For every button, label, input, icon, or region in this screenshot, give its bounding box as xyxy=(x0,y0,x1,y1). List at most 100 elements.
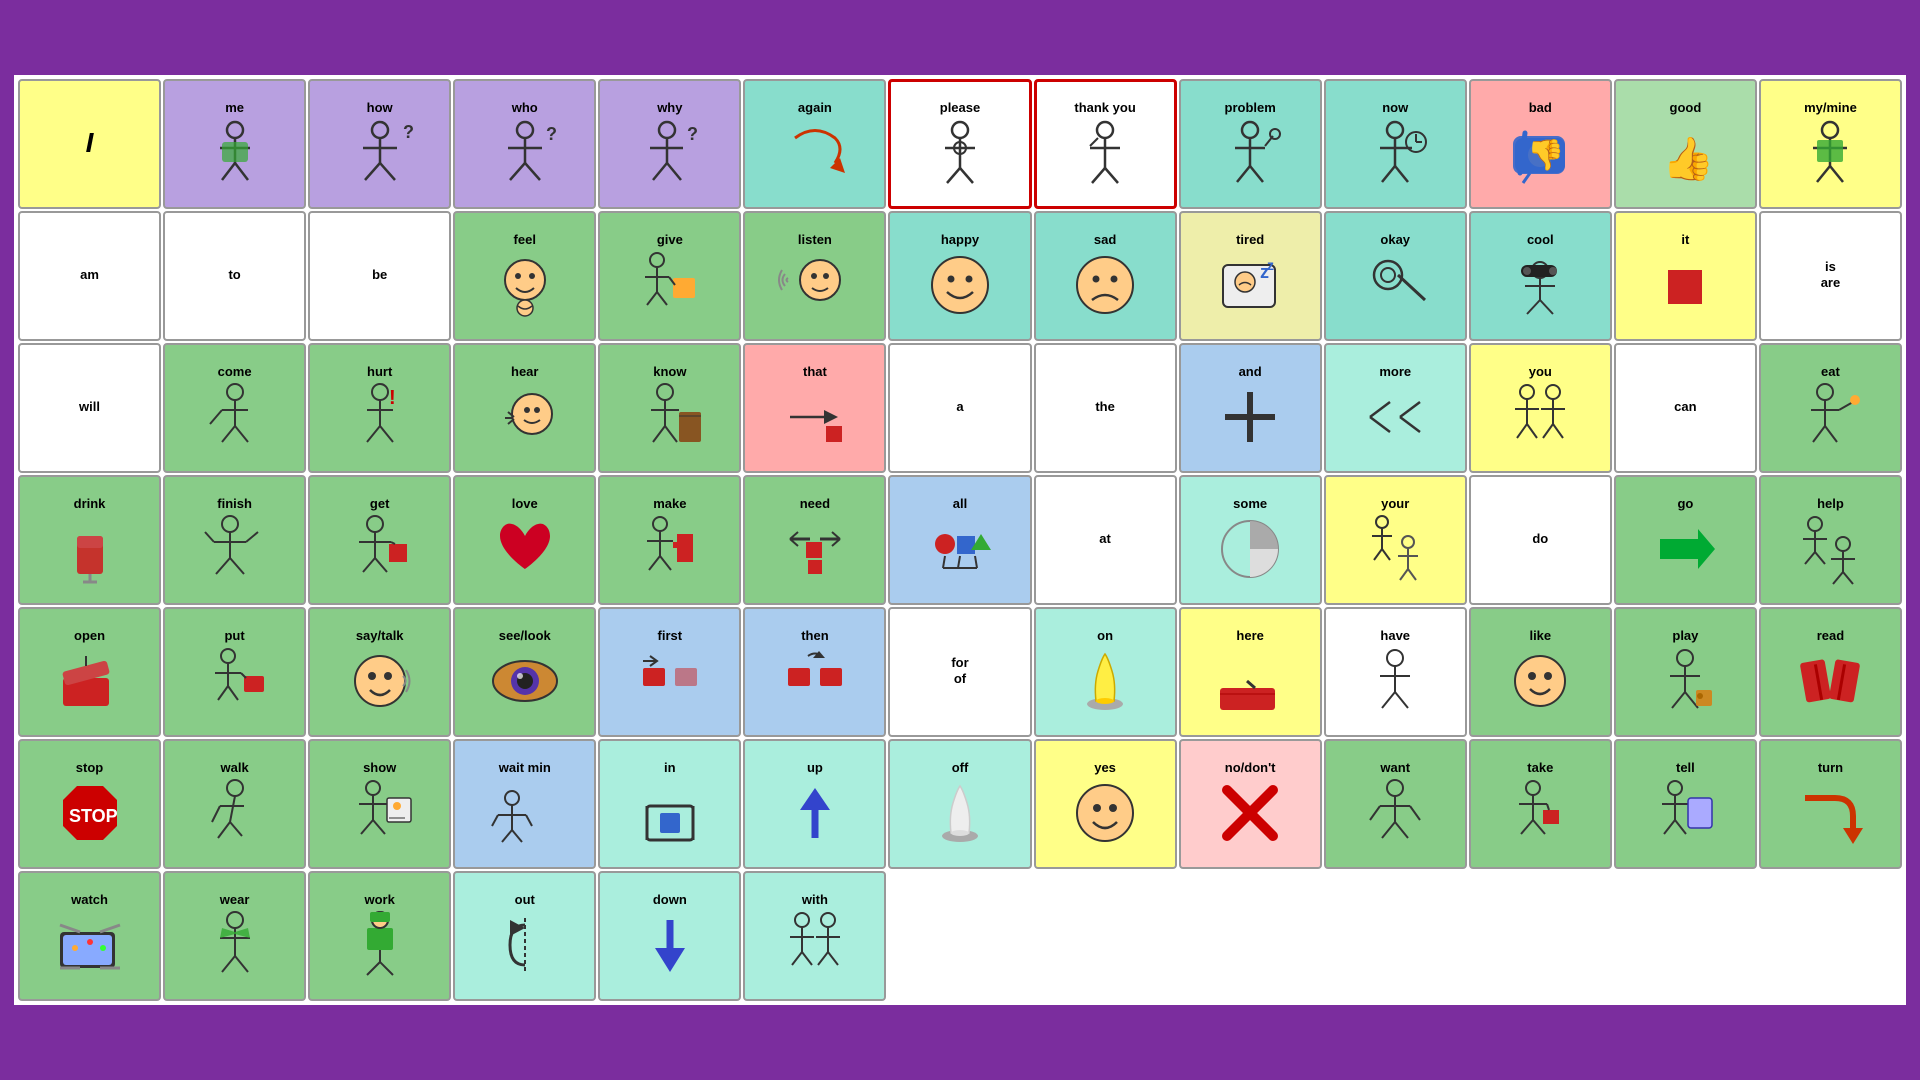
cell-can[interactable]: can xyxy=(1614,343,1757,473)
cell-now[interactable]: now xyxy=(1324,79,1467,209)
cell-read-label: read xyxy=(1817,628,1844,644)
cell-and[interactable]: and xyxy=(1179,343,1322,473)
cell-go[interactable]: go xyxy=(1614,475,1757,605)
cell-a[interactable]: a xyxy=(888,343,1031,473)
cell-isare-label: isare xyxy=(1821,259,1841,290)
cell-eat[interactable]: eat xyxy=(1759,343,1902,473)
cell-love[interactable]: love xyxy=(453,475,596,605)
hurt-icon: ! xyxy=(345,382,415,452)
cell-will[interactable]: will xyxy=(18,343,161,473)
cell-finish[interactable]: finish xyxy=(163,475,306,605)
cell-why[interactable]: why ? xyxy=(598,79,741,209)
show-icon xyxy=(345,778,415,848)
cell-some[interactable]: some xyxy=(1179,475,1322,605)
cell-do[interactable]: do xyxy=(1469,475,1612,605)
cell-here[interactable]: here xyxy=(1179,607,1322,737)
cell-thankyou[interactable]: thank you xyxy=(1034,79,1177,209)
cell-play[interactable]: play xyxy=(1614,607,1757,737)
cell-know[interactable]: know xyxy=(598,343,741,473)
cell-who[interactable]: who ? xyxy=(453,79,596,209)
cell-listen[interactable]: listen xyxy=(743,211,886,341)
cell-stop[interactable]: stop STOP xyxy=(18,739,161,869)
cell-okay[interactable]: okay xyxy=(1324,211,1467,341)
cell-open[interactable]: open xyxy=(18,607,161,737)
cell-with-label: with xyxy=(802,892,828,908)
cell-put[interactable]: put xyxy=(163,607,306,737)
cell-in[interactable]: in xyxy=(598,739,741,869)
cell-how[interactable]: how ? xyxy=(308,79,451,209)
cell-turn[interactable]: turn xyxy=(1759,739,1902,869)
cell-seelook[interactable]: see/look xyxy=(453,607,596,737)
cell-nodont[interactable]: no/don't xyxy=(1179,739,1322,869)
cell-at[interactable]: at xyxy=(1034,475,1177,605)
cell-I[interactable]: I xyxy=(18,79,161,209)
cell-out[interactable]: out xyxy=(453,871,596,1001)
cell-have[interactable]: have xyxy=(1324,607,1467,737)
cell-happy[interactable]: happy xyxy=(888,211,1031,341)
cell-you[interactable]: you xyxy=(1469,343,1612,473)
you-icon xyxy=(1505,382,1575,452)
cell-work[interactable]: work xyxy=(308,871,451,1001)
cell-drink[interactable]: drink xyxy=(18,475,161,605)
turn-icon xyxy=(1795,778,1865,848)
cell-problem[interactable]: problem xyxy=(1179,79,1322,209)
cell-wear[interactable]: wear xyxy=(163,871,306,1001)
cell-bad[interactable]: bad 👎 xyxy=(1469,79,1612,209)
cell-get[interactable]: get xyxy=(308,475,451,605)
cell-the[interactable]: the xyxy=(1034,343,1177,473)
cell-cool[interactable]: cool xyxy=(1469,211,1612,341)
cell-okay-label: okay xyxy=(1380,232,1410,248)
and-icon xyxy=(1215,382,1285,452)
cell-show[interactable]: show xyxy=(308,739,451,869)
cell-watch[interactable]: watch xyxy=(18,871,161,1001)
cell-saytalk[interactable]: say/talk xyxy=(308,607,451,737)
okay-icon xyxy=(1360,250,1430,320)
cell-walk[interactable]: walk xyxy=(163,739,306,869)
cell-it[interactable]: it xyxy=(1614,211,1757,341)
cell-now-label: now xyxy=(1382,100,1408,116)
need-icon xyxy=(780,514,850,584)
cell-with[interactable]: with xyxy=(743,871,886,1001)
cell-be[interactable]: be xyxy=(308,211,451,341)
cell-please[interactable]: please xyxy=(888,79,1031,209)
cell-hear[interactable]: hear xyxy=(453,343,596,473)
cell-sad[interactable]: sad xyxy=(1034,211,1177,341)
cell-again[interactable]: again xyxy=(743,79,886,209)
cell-all[interactable]: all xyxy=(888,475,1031,605)
cell-to[interactable]: to xyxy=(163,211,306,341)
cell-then[interactable]: then xyxy=(743,607,886,737)
cell-isare[interactable]: isare xyxy=(1759,211,1902,341)
cell-hurt[interactable]: hurt ! xyxy=(308,343,451,473)
cell-want[interactable]: want xyxy=(1324,739,1467,869)
cell-read[interactable]: read xyxy=(1759,607,1902,737)
cell-yes[interactable]: yes xyxy=(1034,739,1177,869)
cell-your[interactable]: your xyxy=(1324,475,1467,605)
cell-make[interactable]: make xyxy=(598,475,741,605)
eat-icon xyxy=(1795,382,1865,452)
cell-come[interactable]: come xyxy=(163,343,306,473)
cell-off[interactable]: off xyxy=(888,739,1031,869)
cell-am[interactable]: am xyxy=(18,211,161,341)
cell-need[interactable]: need xyxy=(743,475,886,605)
cell-down[interactable]: down xyxy=(598,871,741,1001)
cell-good[interactable]: good 👍 xyxy=(1614,79,1757,209)
cell-tired[interactable]: tired z z xyxy=(1179,211,1322,341)
cell-forof[interactable]: forof xyxy=(888,607,1031,737)
cell-first[interactable]: first xyxy=(598,607,741,737)
cell-on[interactable]: on xyxy=(1034,607,1177,737)
cell-like[interactable]: like xyxy=(1469,607,1612,737)
cell-mymine[interactable]: my/mine xyxy=(1759,79,1902,209)
cell-take[interactable]: take xyxy=(1469,739,1612,869)
cell-up[interactable]: up xyxy=(743,739,886,869)
cell-give[interactable]: give xyxy=(598,211,741,341)
cell-thankyou-label: thank you xyxy=(1074,100,1135,116)
cell-tell[interactable]: tell xyxy=(1614,739,1757,869)
get-icon xyxy=(345,514,415,584)
go-icon xyxy=(1650,514,1720,584)
cell-me[interactable]: me xyxy=(163,79,306,209)
cell-that[interactable]: that xyxy=(743,343,886,473)
cell-feel[interactable]: feel xyxy=(453,211,596,341)
cell-help[interactable]: help xyxy=(1759,475,1902,605)
cell-waitmin[interactable]: wait min xyxy=(453,739,596,869)
cell-more[interactable]: more xyxy=(1324,343,1467,473)
